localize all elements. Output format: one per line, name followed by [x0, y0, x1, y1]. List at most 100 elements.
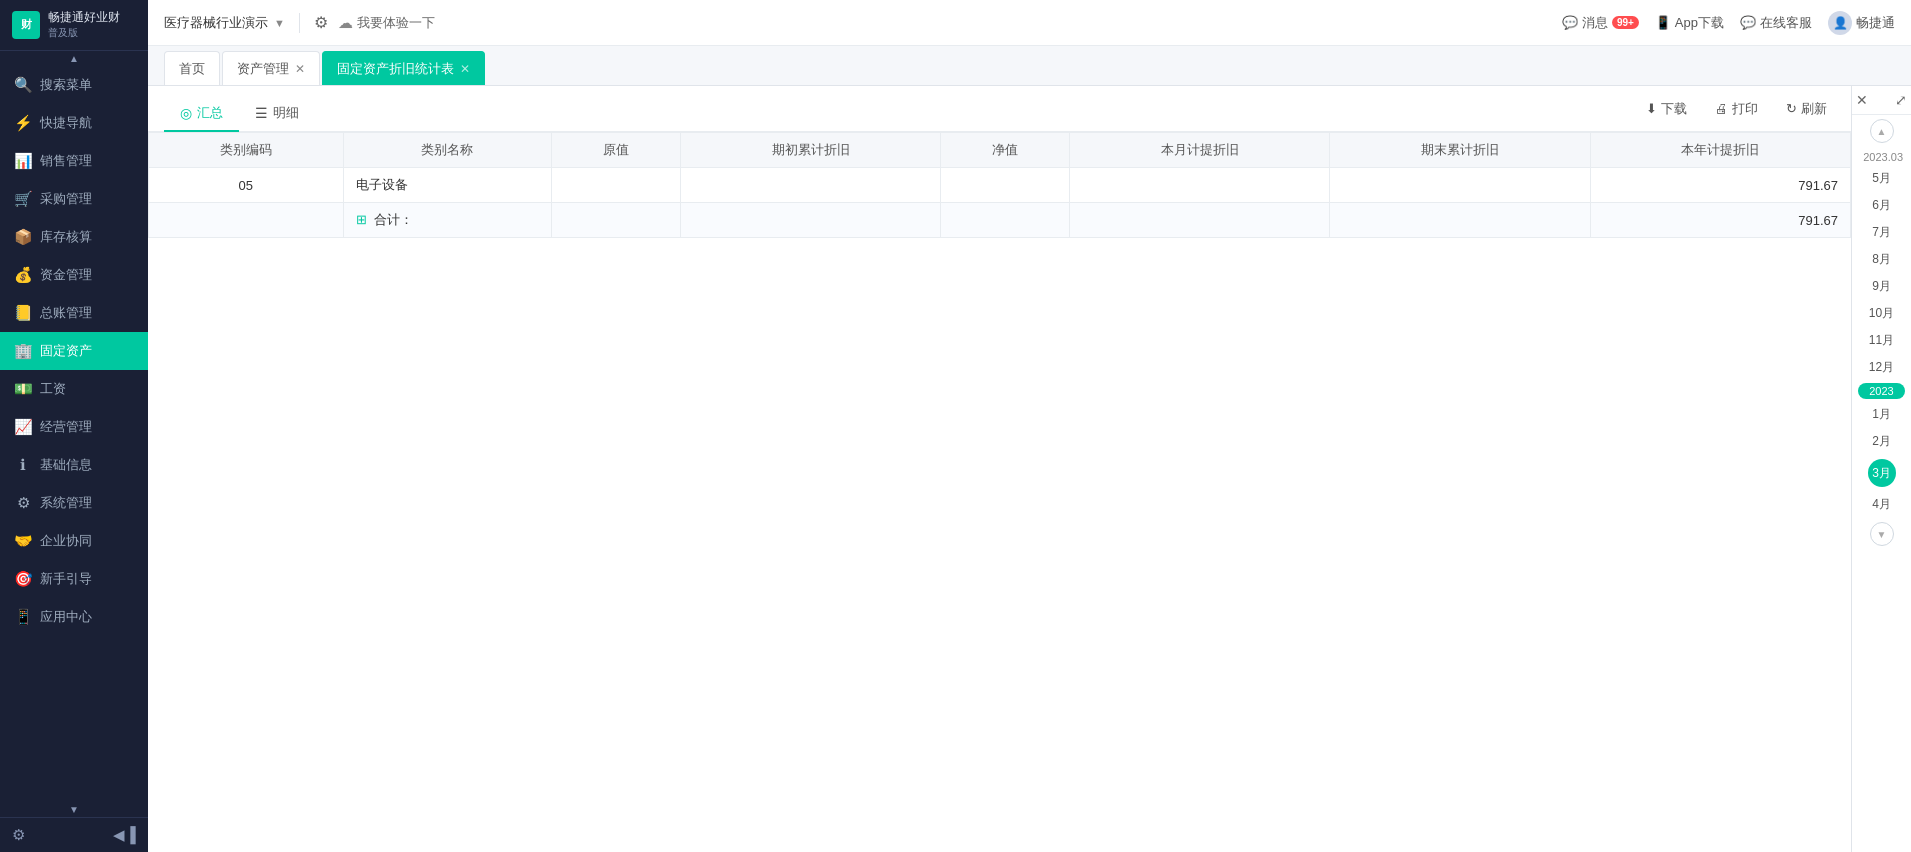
sidebar-item-search[interactable]: 🔍 搜索菜单 [0, 66, 148, 104]
sidebar-item-label: 资金管理 [40, 266, 92, 284]
tab-home[interactable]: 首页 [164, 51, 220, 85]
messages-button[interactable]: 💬 消息 99+ [1562, 14, 1639, 32]
close-panel-icon[interactable]: ✕ [1856, 92, 1868, 108]
month-7[interactable]: 7月 [1852, 219, 1911, 246]
year-month-label: 2023.03 [1852, 147, 1911, 165]
month-11[interactable]: 11月 [1852, 327, 1911, 354]
sidebar-item-label: 快捷导航 [40, 114, 92, 132]
subtab-summary[interactable]: ◎ 汇总 [164, 96, 239, 132]
sidebar-item-label: 销售管理 [40, 152, 92, 170]
user-name: 畅捷通 [1856, 14, 1895, 32]
customer-service-icon: 💬 [1740, 15, 1756, 30]
app-center-icon: 📱 [14, 608, 32, 626]
print-icon: 🖨 [1715, 101, 1728, 116]
month-2023-1[interactable]: 1月 [1852, 401, 1911, 428]
cloud-icon: ☁ [338, 14, 353, 32]
sidebar-item-label: 工资 [40, 380, 66, 398]
date-panel-header: ✕ ⤢ [1852, 86, 1911, 115]
col-header-accumulated-end: 期末累计折旧 [1330, 133, 1590, 168]
month-2023-2[interactable]: 2月 [1852, 428, 1911, 455]
month-9[interactable]: 9月 [1852, 273, 1911, 300]
col-header-accumulated-start: 期初累计折旧 [681, 133, 941, 168]
sidebar-item-label: 库存核算 [40, 228, 92, 246]
experience-button[interactable]: ☁ 我要体验一下 [338, 14, 435, 32]
quick-nav-icon: ⚡ [14, 114, 32, 132]
scroll-up-arrow[interactable]: ▲ [0, 51, 148, 66]
system-icon: ⚙ [14, 494, 32, 512]
collapse-sidebar-icon[interactable]: ◀▐ [113, 826, 136, 844]
depreciation-table: 类别编码 类别名称 原值 期初累计折旧 净值 本月计提折旧 期末累计折旧 本年计… [148, 132, 1851, 238]
tab-asset-mgmt-close[interactable]: ✕ [295, 62, 305, 76]
month-2023-3-active[interactable]: 3月 [1868, 459, 1896, 487]
scroll-down-arrow[interactable]: ▼ [0, 802, 148, 817]
cell-current-year: 791.67 [1590, 168, 1850, 203]
table-wrapper: 类别编码 类别名称 原值 期初累计折旧 净值 本月计提折旧 期末累计折旧 本年计… [148, 132, 1851, 852]
month-2023-4[interactable]: 4月 [1852, 491, 1911, 518]
sidebar-item-label: 固定资产 [40, 342, 92, 360]
sales-icon: 📊 [14, 152, 32, 170]
date-nav-down[interactable]: ▼ [1870, 522, 1894, 546]
table-row[interactable]: 05 电子设备 791.67 [149, 168, 1851, 203]
col-header-category-code: 类别编码 [149, 133, 344, 168]
sidebar-item-sales[interactable]: 📊 销售管理 [0, 142, 148, 180]
fixed-assets-icon: 🏢 [14, 342, 32, 360]
month-6[interactable]: 6月 [1852, 192, 1911, 219]
guide-icon: 🎯 [14, 570, 32, 588]
date-nav-up[interactable]: ▲ [1870, 119, 1894, 143]
sidebar-item-inventory[interactable]: 📦 库存核算 [0, 218, 148, 256]
tab-asset-mgmt[interactable]: 资产管理 ✕ [222, 51, 320, 85]
month-5[interactable]: 5月 [1852, 165, 1911, 192]
cell-category-code: 05 [149, 168, 344, 203]
messages-icon: 💬 [1562, 15, 1578, 30]
sidebar-item-label: 新手引导 [40, 570, 92, 588]
topbar-right: 💬 消息 99+ 📱 App下载 💬 在线客服 👤 畅捷通 [1562, 11, 1895, 35]
col-header-original-value: 原值 [552, 133, 681, 168]
company-selector[interactable]: 医疗器械行业演示 ▼ [164, 14, 285, 32]
sidebar-item-enterprise[interactable]: 🤝 企业协同 [0, 522, 148, 560]
inventory-icon: 📦 [14, 228, 32, 246]
topbar-settings-icon[interactable]: ⚙ [314, 13, 328, 32]
customer-service-button[interactable]: 💬 在线客服 [1740, 14, 1812, 32]
sidebar-item-basic-info[interactable]: ℹ 基础信息 [0, 446, 148, 484]
total-current-year: 791.67 [1590, 203, 1850, 238]
cell-accumulated-start [681, 168, 941, 203]
refresh-button[interactable]: ↻ 刷新 [1778, 96, 1835, 122]
subtab-detail[interactable]: ☰ 明细 [239, 96, 315, 132]
tab-fixed-asset-depreciation-close[interactable]: ✕ [460, 62, 470, 76]
user-menu[interactable]: 👤 畅捷通 [1828, 11, 1895, 35]
sidebar-item-system[interactable]: ⚙ 系统管理 [0, 484, 148, 522]
messages-label: 消息 [1582, 14, 1608, 32]
sidebar-item-quick-nav[interactable]: ⚡ 快捷导航 [0, 104, 148, 142]
basic-info-icon: ℹ [14, 456, 32, 474]
sidebar-item-purchase[interactable]: 🛒 采购管理 [0, 180, 148, 218]
download-button[interactable]: ⬇ 下载 [1638, 96, 1695, 122]
ledger-icon: 📒 [14, 304, 32, 322]
settings-footer-icon[interactable]: ⚙ [12, 826, 25, 844]
content-area: ◎ 汇总 ☰ 明细 ⬇ 下载 🖨 打印 [148, 86, 1911, 852]
month-12[interactable]: 12月 [1852, 354, 1911, 381]
sidebar-item-payroll[interactable]: 💵 工资 [0, 370, 148, 408]
cell-net-value [941, 168, 1070, 203]
sidebar-item-label: 应用中心 [40, 608, 92, 626]
month-8[interactable]: 8月 [1852, 246, 1911, 273]
tab-fixed-asset-depreciation-label: 固定资产折旧统计表 [337, 60, 454, 78]
app-download-button[interactable]: 📱 App下载 [1655, 14, 1724, 32]
sidebar-item-fixed-assets[interactable]: 🏢 固定资产 [0, 332, 148, 370]
tab-fixed-asset-depreciation[interactable]: 固定资产折旧统计表 ✕ [322, 51, 485, 85]
month-10[interactable]: 10月 [1852, 300, 1911, 327]
expand-panel-icon[interactable]: ⤢ [1895, 92, 1907, 108]
subtab-detail-label: 明细 [273, 104, 299, 122]
enterprise-icon: 🤝 [14, 532, 32, 550]
sidebar-item-ledger[interactable]: 📒 总账管理 [0, 294, 148, 332]
avatar: 👤 [1828, 11, 1852, 35]
experience-label: 我要体验一下 [357, 14, 435, 32]
sidebar-item-operations[interactable]: 📈 经营管理 [0, 408, 148, 446]
print-button[interactable]: 🖨 打印 [1707, 96, 1766, 122]
sidebar-item-label: 总账管理 [40, 304, 92, 322]
sidebar-item-label: 搜索菜单 [40, 76, 92, 94]
sidebar-item-guide[interactable]: 🎯 新手引导 [0, 560, 148, 598]
sidebar-item-finance[interactable]: 💰 资金管理 [0, 256, 148, 294]
sidebar-item-app-center[interactable]: 📱 应用中心 [0, 598, 148, 636]
col-header-current-month: 本月计提折旧 [1070, 133, 1330, 168]
cell-current-month [1070, 168, 1330, 203]
